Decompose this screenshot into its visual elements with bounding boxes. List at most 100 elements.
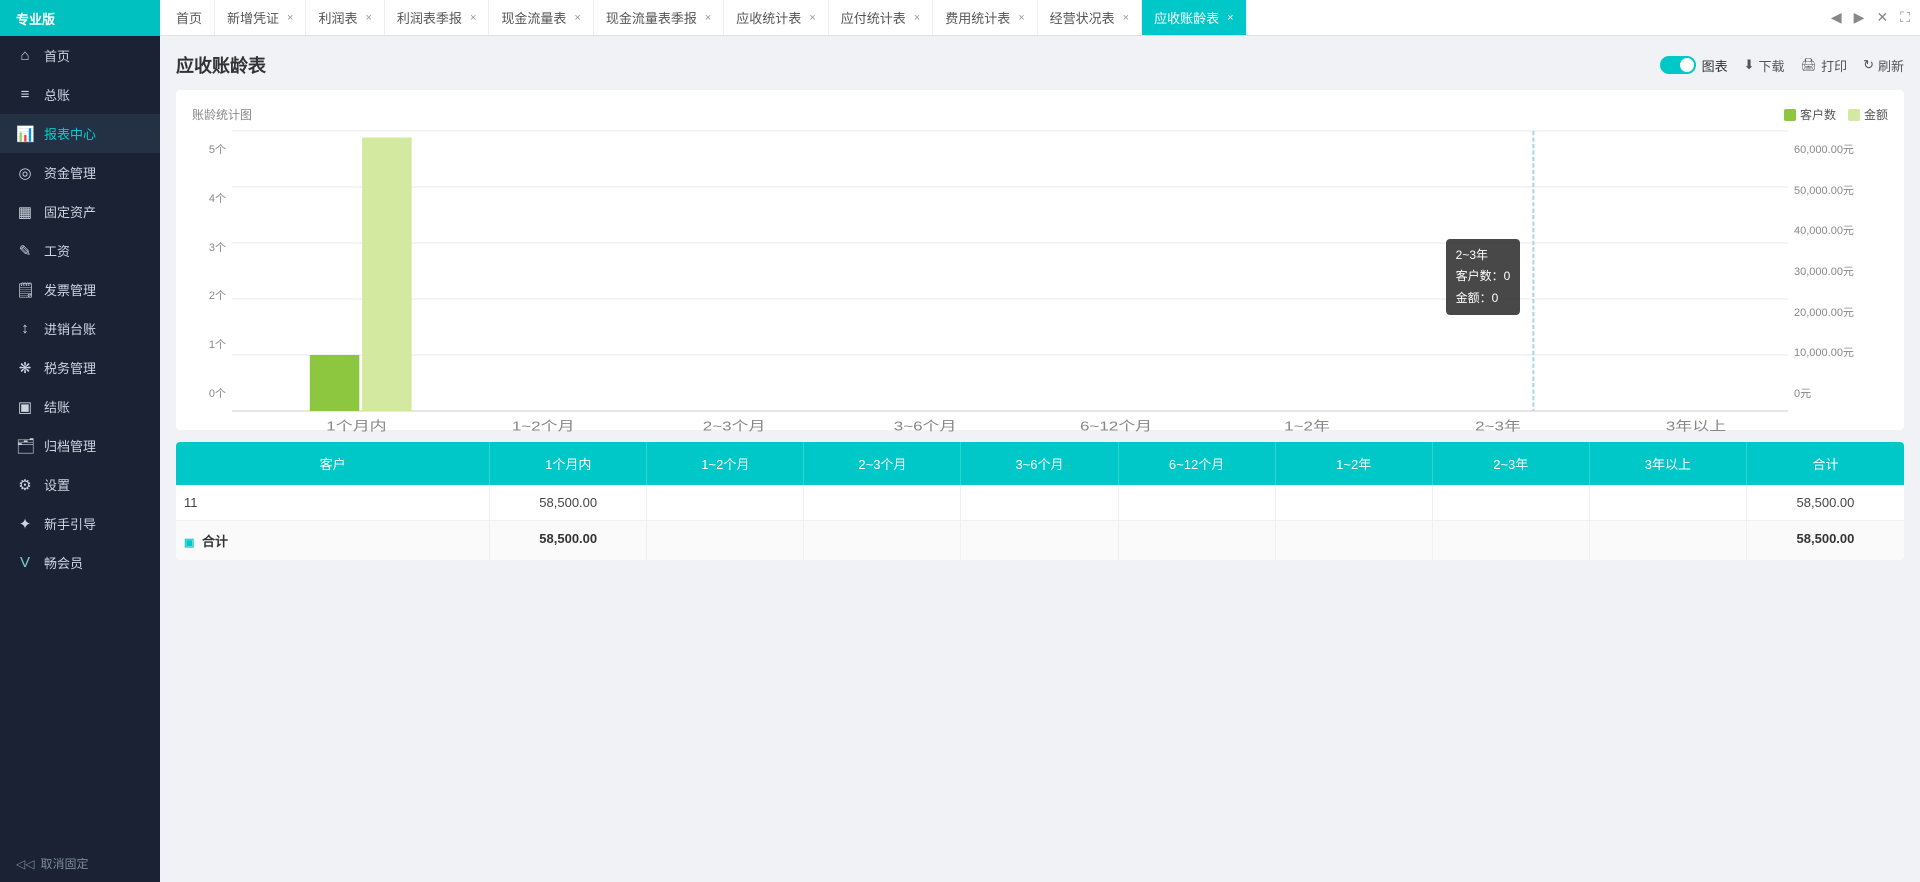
td-1m: 58,500.00 bbox=[490, 485, 647, 520]
sidebar-label-guide: 新手引导 bbox=[44, 514, 96, 533]
chart-toggle[interactable] bbox=[1660, 56, 1696, 74]
sidebar-item-invoice[interactable]: 🗒 发票管理 bbox=[0, 270, 160, 309]
sidebar-label-archive: 归档管理 bbox=[44, 436, 96, 455]
tab-close-all-button[interactable]: ✕ bbox=[1870, 9, 1894, 26]
tab-expense-stats[interactable]: 费用统计表 × bbox=[933, 0, 1037, 36]
sidebar-item-closing[interactable]: ▣ 结账 bbox=[0, 387, 160, 426]
svg-text:2~3个月: 2~3个月 bbox=[703, 419, 766, 434]
purchases-icon: ↕ bbox=[16, 320, 34, 337]
y-right-6: 60,000.00元 bbox=[1794, 141, 1854, 157]
sidebar-label-home: 首页 bbox=[44, 46, 70, 65]
td-total-6-12m bbox=[1119, 521, 1276, 560]
sidebar-item-vip[interactable]: V 畅会员 bbox=[0, 543, 160, 582]
sidebar-item-archive[interactable]: 🗂 归档管理 bbox=[0, 426, 160, 465]
refresh-button[interactable]: ↻ 刷新 bbox=[1863, 56, 1904, 75]
sidebar-item-ledger[interactable]: ≡ 总账 bbox=[0, 75, 160, 114]
tab-voucher-label: 新增凭证 bbox=[227, 8, 279, 27]
td-total-3-6m bbox=[961, 521, 1118, 560]
tab-expense-stats-label: 费用统计表 bbox=[945, 8, 1010, 27]
chart-inner: 1个月内 1~2个月 2~3个月 3~6个月 6~12个月 1~2年 2~3年 … bbox=[232, 131, 1788, 414]
unpin-sidebar-button[interactable]: ◁◁ 取消固定 bbox=[0, 845, 160, 882]
tab-expense-stats-close[interactable]: × bbox=[1018, 12, 1024, 24]
chart-toggle-switch[interactable]: 图表 bbox=[1660, 56, 1728, 75]
bar-1m-customers bbox=[310, 355, 360, 411]
tab-maximize-button[interactable]: ⛶ bbox=[1894, 9, 1916, 26]
vip-icon: V bbox=[16, 554, 34, 571]
tab-cashflow-q[interactable]: 现金流量表季报 × bbox=[594, 0, 724, 36]
tab-cashflow-q-close[interactable]: × bbox=[705, 12, 711, 24]
th-customer: 客户 bbox=[176, 442, 490, 485]
total-label-text: 合计 bbox=[202, 534, 228, 549]
td-grand-total: 58,500.00 bbox=[1747, 521, 1904, 560]
refresh-label: 刷新 bbox=[1878, 56, 1904, 75]
tab-payable-stats[interactable]: 应付统计表 × bbox=[829, 0, 933, 36]
header-actions: 图表 ⬇ 下载 🖨 打印 ↻ 刷新 bbox=[1660, 56, 1904, 75]
tab-receivable-stats-close[interactable]: × bbox=[809, 12, 815, 24]
print-button[interactable]: 🖨 打印 bbox=[1801, 56, 1848, 75]
sidebar-item-tax[interactable]: ❋ 税务管理 bbox=[0, 348, 160, 387]
sidebar-label-vip: 畅会员 bbox=[44, 553, 83, 572]
tab-cashflow-close[interactable]: × bbox=[574, 12, 580, 24]
sidebar-item-purchases[interactable]: ↕ 进销台账 bbox=[0, 309, 160, 348]
th-total: 合计 bbox=[1747, 442, 1904, 485]
sidebar-item-settings[interactable]: ⚙ 设置 bbox=[0, 465, 160, 504]
svg-text:3~6个月: 3~6个月 bbox=[894, 419, 957, 434]
tab-operation-label: 经营状况表 bbox=[1050, 8, 1115, 27]
tab-voucher[interactable]: 新增凭证 × bbox=[215, 0, 306, 36]
td-total-1m: 58,500.00 bbox=[490, 521, 647, 560]
th-6-12m: 6~12个月 bbox=[1119, 442, 1276, 485]
tab-home[interactable]: 首页 bbox=[164, 0, 215, 36]
td-total-3y-plus bbox=[1590, 521, 1747, 560]
tab-cashflow[interactable]: 现金流量表 × bbox=[489, 0, 593, 36]
th-1m: 1个月内 bbox=[490, 442, 647, 485]
unpin-label: 取消固定 bbox=[40, 855, 88, 872]
td-total-1-2y bbox=[1276, 521, 1433, 560]
settings-icon: ⚙ bbox=[16, 476, 34, 494]
tab-next-button[interactable]: ▶ bbox=[1848, 9, 1871, 26]
sidebar-item-home[interactable]: ⌂ 首页 bbox=[0, 36, 160, 75]
tab-aging-close[interactable]: × bbox=[1227, 12, 1233, 24]
sidebar-item-reports[interactable]: 📊 报表中心 bbox=[0, 114, 160, 153]
tab-voucher-close[interactable]: × bbox=[287, 12, 293, 24]
sidebar-label-tax: 税务管理 bbox=[44, 358, 96, 377]
y-left-0: 0个 bbox=[209, 385, 226, 401]
tab-profit-close[interactable]: × bbox=[365, 12, 371, 24]
tab-operation-close[interactable]: × bbox=[1123, 12, 1129, 24]
tab-prev-button[interactable]: ◀ bbox=[1825, 9, 1848, 26]
legend-customers-dot bbox=[1784, 109, 1796, 121]
sidebar-item-salary[interactable]: ✎ 工资 bbox=[0, 231, 160, 270]
legend-customers: 客户数 bbox=[1784, 106, 1836, 123]
download-button[interactable]: ⬇ 下载 bbox=[1744, 56, 1785, 75]
print-icon: 🖨 bbox=[1801, 57, 1818, 73]
svg-text:1~2个月: 1~2个月 bbox=[512, 419, 575, 434]
tab-profit-q[interactable]: 利润表季报 × bbox=[385, 0, 489, 36]
tab-aging[interactable]: 应收账龄表 × bbox=[1142, 0, 1246, 36]
sidebar-item-funds[interactable]: ◎ 资金管理 bbox=[0, 153, 160, 192]
tab-operation[interactable]: 经营状况表 × bbox=[1038, 0, 1142, 36]
refresh-icon: ↻ bbox=[1863, 57, 1874, 73]
sidebar-label-settings: 设置 bbox=[44, 475, 70, 494]
legend-amount-dot bbox=[1848, 109, 1860, 121]
tab-payable-stats-close[interactable]: × bbox=[914, 12, 920, 24]
tab-payable-stats-label: 应付统计表 bbox=[841, 8, 906, 27]
td-1-2y bbox=[1276, 485, 1433, 520]
td-2-3m bbox=[804, 485, 961, 520]
tab-cashflow-q-label: 现金流量表季报 bbox=[606, 8, 697, 27]
table-row: 11 58,500.00 58,500.00 bbox=[176, 485, 1904, 521]
tab-profit-q-close[interactable]: × bbox=[470, 12, 476, 24]
sidebar-item-assets[interactable]: ▦ 固定资产 bbox=[0, 192, 160, 231]
tab-receivable-stats-label: 应收统计表 bbox=[736, 8, 801, 27]
y-left-4: 4个 bbox=[209, 190, 226, 206]
ledger-icon: ≡ bbox=[16, 86, 34, 103]
tab-receivable-stats[interactable]: 应收统计表 × bbox=[724, 0, 828, 36]
y-left-1: 1个 bbox=[209, 336, 226, 352]
sidebar-item-guide[interactable]: ✦ 新手引导 bbox=[0, 504, 160, 543]
table-header: 客户 1个月内 1~2个月 2~3个月 3~6个月 6~12个月 1~2年 2~… bbox=[176, 442, 1904, 485]
tab-aging-label: 应收账龄表 bbox=[1154, 8, 1219, 27]
sidebar-label-assets: 固定资产 bbox=[44, 202, 96, 221]
tab-profit[interactable]: 利润表 × bbox=[306, 0, 384, 36]
sidebar-label-ledger: 总账 bbox=[44, 85, 70, 104]
page-header: 应收账龄表 图表 ⬇ 下载 🖨 打印 ↻ 刷新 bbox=[176, 52, 1904, 78]
sidebar-label-reports: 报表中心 bbox=[44, 124, 96, 143]
td-total-2-3m bbox=[804, 521, 961, 560]
